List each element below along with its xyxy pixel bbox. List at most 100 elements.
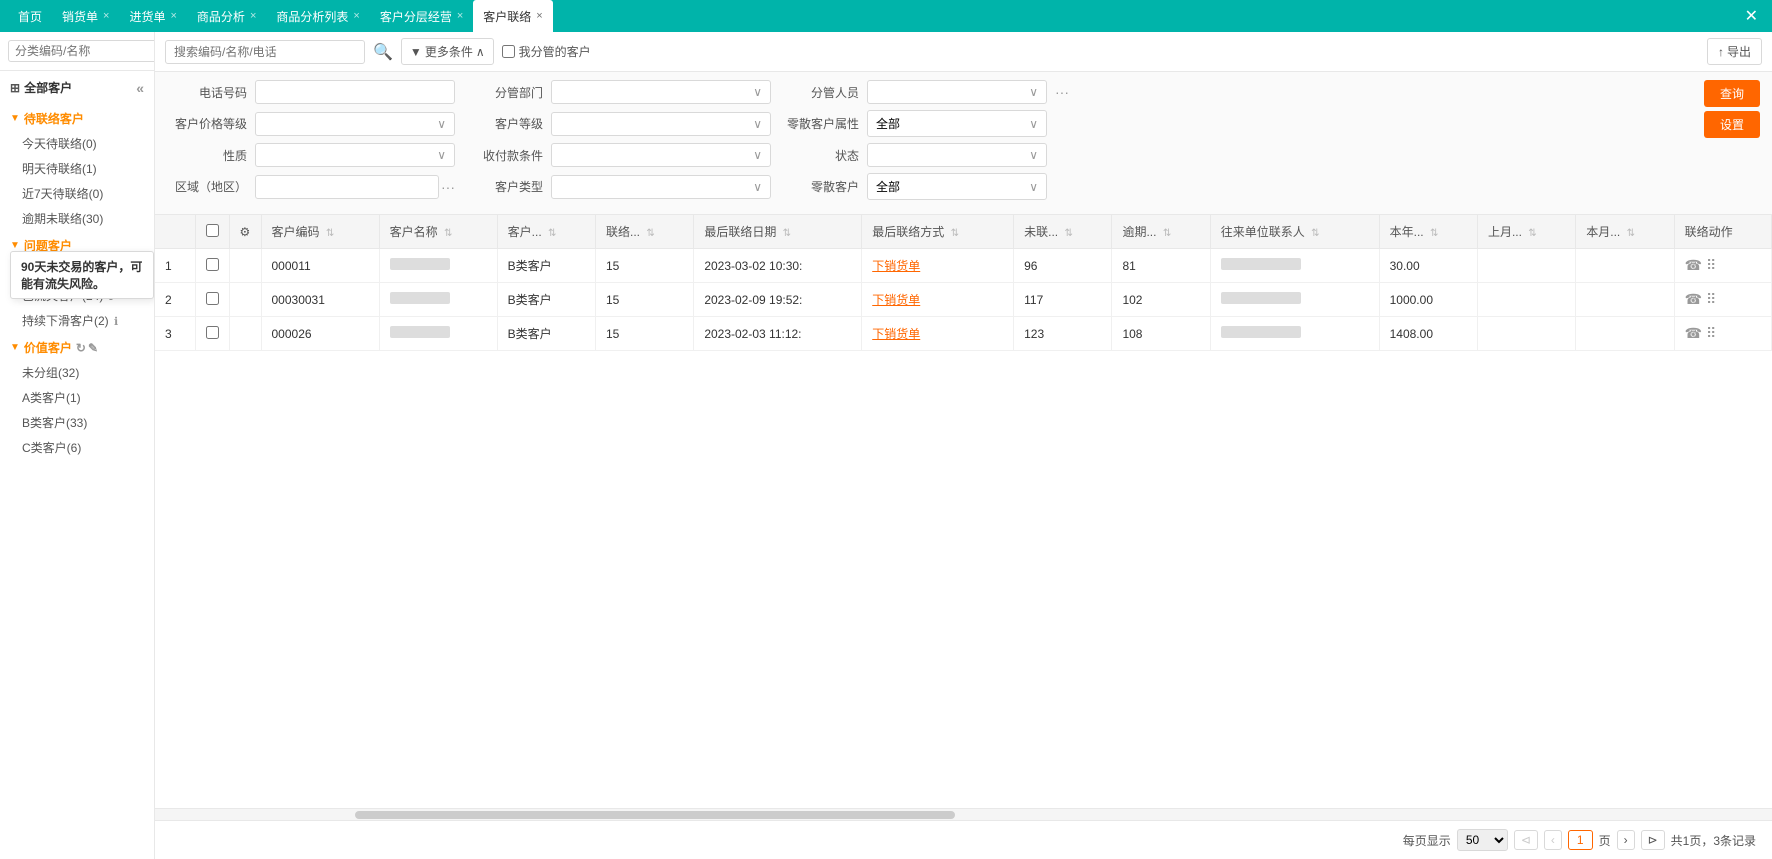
my-customers-checkbox[interactable] <box>502 45 515 58</box>
col-checkbox-header[interactable] <box>195 215 229 249</box>
nav-customer-tier[interactable]: 客户分层经营 × <box>370 0 473 32</box>
sidebar-item-overdue-contact[interactable]: 逾期未联络(30) <box>0 206 154 231</box>
sidebar-all-customers[interactable]: ⊞ 全部客户 « <box>0 71 154 104</box>
close-analysis-list-tab[interactable]: × <box>353 10 359 22</box>
close-purchase-tab[interactable]: × <box>170 10 176 22</box>
filter-phone-input[interactable] <box>255 80 455 104</box>
nav-analysis-list[interactable]: 商品分析列表 × <box>266 0 369 32</box>
first-page-button[interactable]: ⊲ <box>1514 830 1538 850</box>
close-analysis-tab[interactable]: × <box>250 10 256 22</box>
more-action-icon-3[interactable]: ⠿ <box>1706 325 1716 342</box>
sort-icon-this-year[interactable]: ⇅ <box>1430 228 1438 239</box>
sort-icon-type[interactable]: ⇅ <box>548 228 556 239</box>
value-edit-icon[interactable]: ✎ <box>88 341 98 355</box>
cell-not-contacted-3: 123 <box>1014 317 1112 351</box>
close-customer-tier-tab[interactable]: × <box>457 10 463 22</box>
filter-retail-select[interactable]: 全部 ∨ <box>867 173 1047 200</box>
cell-last-method-1[interactable]: 下销货单 <box>862 249 1014 283</box>
region-more-icon[interactable]: ··· <box>441 179 455 195</box>
link-sales-order-2[interactable]: 下销货单 <box>872 293 920 307</box>
settings-button[interactable]: 设置 <box>1704 111 1760 138</box>
sidebar-collapse-btn[interactable]: « <box>136 80 144 96</box>
row-checkbox-1[interactable] <box>206 258 219 271</box>
scrollbar-thumb[interactable] <box>355 811 955 819</box>
filter-level-select[interactable]: ∨ <box>551 112 771 136</box>
filter-price-level-select[interactable]: ∨ <box>255 112 455 136</box>
nav-analysis[interactable]: 商品分析 × <box>187 0 266 32</box>
cell-last-month-2 <box>1477 283 1575 317</box>
cell-checkbox-3[interactable] <box>195 317 229 351</box>
filter-status-select[interactable]: ∨ <box>867 143 1047 167</box>
sort-icon-not-contacted[interactable]: ⇅ <box>1064 228 1072 239</box>
blurred-unit-1 <box>1221 258 1301 270</box>
sidebar-item-class-c[interactable]: C类客户(6) <box>0 435 154 460</box>
sidebar-section-problem[interactable]: ▼ 问题客户 90天未交易的客户，可能有流失风险。 <box>0 231 154 258</box>
sort-icon-this-month[interactable]: ⇅ <box>1627 228 1635 239</box>
filter-retail-attr-select[interactable]: 全部 ∨ <box>867 110 1047 137</box>
sidebar-section-value[interactable]: ▼ 价值客户 ↻ ✎ <box>0 333 154 360</box>
value-refresh-icon[interactable]: ↻ <box>76 341 86 355</box>
filter-nature-select[interactable]: ∨ <box>255 143 455 167</box>
action-icons-1: ☎ ⠿ <box>1685 257 1761 274</box>
horizontal-scrollbar[interactable] <box>155 808 1772 820</box>
sidebar-search-input[interactable] <box>8 40 155 62</box>
filter-payment-select[interactable]: ∨ <box>551 143 771 167</box>
filter-cust-type-select[interactable]: ∨ <box>551 175 771 199</box>
sort-icon-last-month[interactable]: ⇅ <box>1528 228 1536 239</box>
last-page-button[interactable]: ⊳ <box>1641 830 1665 850</box>
sidebar-item-class-a[interactable]: A类客户(1) <box>0 385 154 410</box>
sort-icon-contact[interactable]: ⇅ <box>646 228 654 239</box>
sidebar-item-declining[interactable]: 持续下滑客户(2) ℹ <box>0 308 154 333</box>
sort-icon-name[interactable]: ⇅ <box>444 228 452 239</box>
query-button[interactable]: 查询 <box>1704 80 1760 107</box>
my-customers-checkbox-label[interactable]: 我分管的客户 <box>502 43 591 60</box>
contact-icon-3[interactable]: ☎ <box>1685 325 1702 342</box>
filter-search-input[interactable] <box>165 40 365 64</box>
link-sales-order-1[interactable]: 下销货单 <box>872 259 920 273</box>
row-checkbox-2[interactable] <box>206 292 219 305</box>
sidebar-item-tomorrow-contact[interactable]: 明天待联络(1) <box>0 156 154 181</box>
prev-page-button[interactable]: ‹ <box>1544 830 1562 850</box>
cell-code-2: 00030031 <box>261 283 379 317</box>
sort-icon-overdue[interactable]: ⇅ <box>1163 228 1171 239</box>
cell-last-method-3[interactable]: 下销货单 <box>862 317 1014 351</box>
sort-icon-unit-contact[interactable]: ⇅ <box>1311 228 1319 239</box>
filter-more-button[interactable]: ▼ 更多条件 ∧ <box>401 38 494 65</box>
sidebar-item-today-contact[interactable]: 今天待联络(0) <box>0 131 154 156</box>
sort-icon-last-method[interactable]: ⇅ <box>951 228 959 239</box>
contact-icon-2[interactable]: ☎ <box>1685 291 1702 308</box>
nav-customer-contact[interactable]: 客户联络 × <box>473 0 552 32</box>
filter-dept-select[interactable]: ∨ <box>551 80 771 104</box>
nav-home[interactable]: 首页 <box>8 0 52 32</box>
select-all-checkbox[interactable] <box>206 224 219 237</box>
blurred-name-1 <box>390 258 450 270</box>
filter-person-select[interactable]: ∨ <box>867 80 1047 104</box>
col-settings-header[interactable]: ⚙ <box>229 215 261 249</box>
nav-purchase[interactable]: 进货单 × <box>119 0 186 32</box>
close-all-tabs[interactable]: ✕ <box>1739 6 1764 26</box>
sidebar-section-pending[interactable]: ▼ 待联络客户 <box>0 104 154 131</box>
filter-region-input[interactable] <box>255 175 439 199</box>
sidebar-item-ungrouped[interactable]: 未分组(32) <box>0 360 154 385</box>
sidebar-item-7days-contact[interactable]: 近7天待联络(0) <box>0 181 154 206</box>
filter-more-icon-1[interactable]: ··· <box>1055 84 1069 100</box>
row-checkbox-3[interactable] <box>206 326 219 339</box>
export-button[interactable]: ↑ 导出 <box>1707 38 1762 65</box>
contact-icon-1[interactable]: ☎ <box>1685 257 1702 274</box>
nav-sales[interactable]: 销货单 × <box>52 0 119 32</box>
cell-last-method-2[interactable]: 下销货单 <box>862 283 1014 317</box>
close-customer-contact-tab[interactable]: × <box>536 10 542 22</box>
filter-search-button[interactable]: 🔍 <box>373 42 393 62</box>
more-action-icon-2[interactable]: ⠿ <box>1706 291 1716 308</box>
cell-checkbox-2[interactable] <box>195 283 229 317</box>
cell-checkbox-1[interactable] <box>195 249 229 283</box>
sort-icon-code[interactable]: ⇅ <box>326 228 334 239</box>
link-sales-order-3[interactable]: 下销货单 <box>872 327 920 341</box>
sort-icon-last-date[interactable]: ⇅ <box>783 228 791 239</box>
settings-gear-icon[interactable]: ⚙ <box>240 225 251 239</box>
more-action-icon-1[interactable]: ⠿ <box>1706 257 1716 274</box>
close-sales-tab[interactable]: × <box>103 10 109 22</box>
per-page-select[interactable]: 50 100 200 <box>1457 829 1508 851</box>
next-page-button[interactable]: › <box>1617 830 1635 850</box>
sidebar-item-class-b[interactable]: B类客户(33) <box>0 410 154 435</box>
